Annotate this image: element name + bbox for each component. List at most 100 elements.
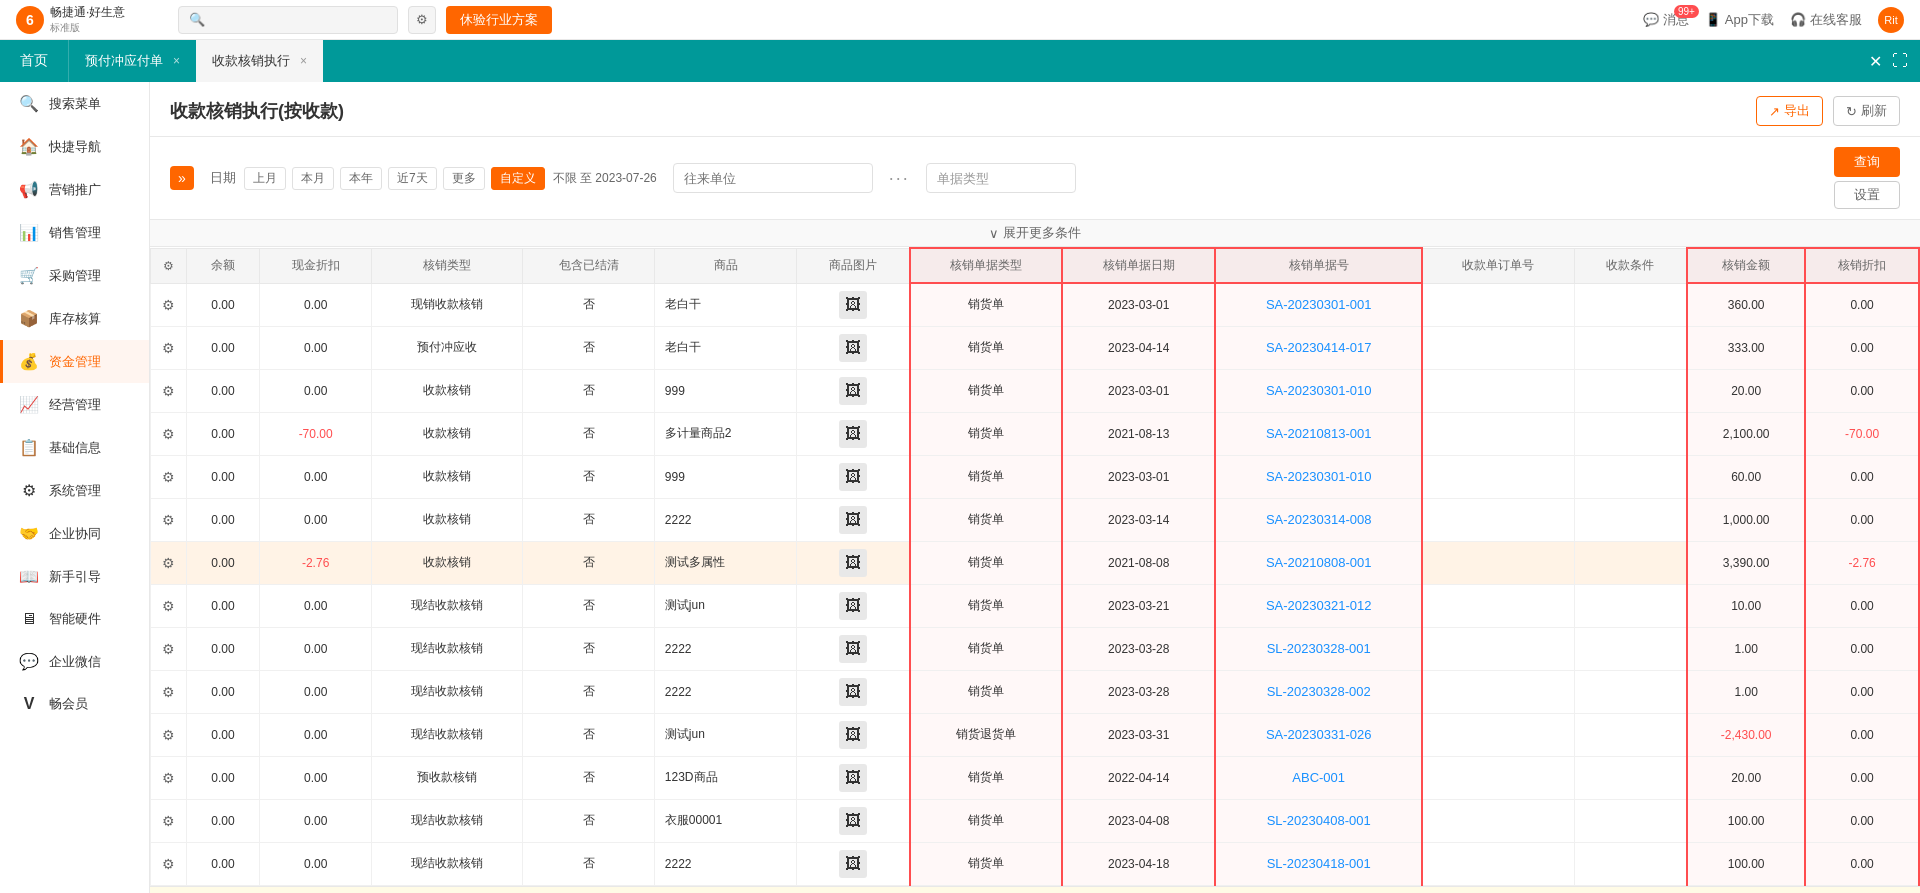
date-btn-last-month[interactable]: 上月 xyxy=(244,167,286,190)
cell-receipt-order-no xyxy=(1422,584,1574,627)
cell-cancel-no: SA-20230331-026 xyxy=(1215,713,1422,756)
cell-gear[interactable]: ⚙ xyxy=(151,670,187,713)
expand-bar[interactable]: ∨ 展开更多条件 xyxy=(150,220,1920,247)
sidebar-item-search[interactable]: 🔍 搜索菜单 xyxy=(0,82,149,125)
cancel-no-link[interactable]: SL-20230328-001 xyxy=(1267,641,1371,656)
cell-gear[interactable]: ⚙ xyxy=(151,369,187,412)
partner-input[interactable] xyxy=(673,163,873,193)
online-service-button[interactable]: 🎧 在线客服 xyxy=(1790,11,1862,29)
date-btn-more[interactable]: 更多 xyxy=(443,167,485,190)
maximize-icon[interactable]: ⛶ xyxy=(1892,52,1908,70)
cancel-no-link[interactable]: SA-20230414-017 xyxy=(1266,340,1372,355)
cell-gear[interactable]: ⚙ xyxy=(151,455,187,498)
cancel-no-link[interactable]: SA-20210813-001 xyxy=(1266,426,1372,441)
date-btn-this-year[interactable]: 本年 xyxy=(340,167,382,190)
cell-cancel-voucher-type: 销货退货单 xyxy=(910,713,1063,756)
sidebar-item-guide[interactable]: 📖 新手引导 xyxy=(0,555,149,598)
cell-goods: 2222 xyxy=(654,498,796,541)
cancel-no-link[interactable]: SA-20230301-001 xyxy=(1266,297,1372,312)
cell-gear[interactable]: ⚙ xyxy=(151,412,187,455)
cancel-no-link[interactable]: SA-20230331-026 xyxy=(1266,727,1372,742)
sidebar-item-system[interactable]: ⚙ 系统管理 xyxy=(0,469,149,512)
refresh-button[interactable]: ↻ 刷新 xyxy=(1833,96,1900,126)
cell-goods-img: 🖼 xyxy=(797,498,910,541)
cell-include-settled: 否 xyxy=(523,326,655,369)
cell-gear[interactable]: ⚙ xyxy=(151,713,187,756)
cell-goods-img: 🖼 xyxy=(797,799,910,842)
voucher-type-select[interactable]: 单据类型 xyxy=(926,163,1076,193)
sidebar-item-wechat[interactable]: 💬 企业微信 xyxy=(0,640,149,683)
inventory-icon: 📦 xyxy=(19,309,39,328)
cell-cancel-amount: 60.00 xyxy=(1687,455,1805,498)
cell-gear[interactable]: ⚙ xyxy=(151,283,187,326)
cell-gear[interactable]: ⚙ xyxy=(151,799,187,842)
tab-home[interactable]: 首页 xyxy=(0,40,69,82)
app-download-button[interactable]: 📱 App下载 xyxy=(1705,11,1774,29)
export-button[interactable]: ↗ 导出 xyxy=(1756,96,1823,126)
tab-prepay[interactable]: 预付冲应付单 × xyxy=(69,40,196,82)
tab-receipt-cancel-close[interactable]: × xyxy=(300,54,307,68)
cancel-no-link[interactable]: SA-20230301-010 xyxy=(1266,469,1372,484)
date-btn-this-month[interactable]: 本月 xyxy=(292,167,334,190)
sidebar-item-basics[interactable]: 📋 基础信息 xyxy=(0,426,149,469)
close-window-icon[interactable]: ✕ xyxy=(1869,52,1882,71)
table-container[interactable]: ⚙ 余额 现金折扣 核销类型 包含已结清 商品 商品图片 核销单据类型 核销单据… xyxy=(150,247,1920,893)
cell-cancel-date: 2022-04-14 xyxy=(1062,756,1215,799)
date-btn-custom[interactable]: 自定义 xyxy=(491,167,545,190)
cell-receipt-order-no xyxy=(1422,713,1574,756)
sidebar-item-vip[interactable]: V 畅会员 xyxy=(0,683,149,725)
sidebar-item-quicknav[interactable]: 🏠 快捷导航 xyxy=(0,125,149,168)
cell-receipt-condition xyxy=(1574,498,1687,541)
cell-gear[interactable]: ⚙ xyxy=(151,326,187,369)
avatar[interactable]: Rit xyxy=(1878,7,1904,33)
dots-button[interactable]: ··· xyxy=(889,168,910,189)
cancel-no-link[interactable]: SA-20210808-001 xyxy=(1266,555,1372,570)
table-row: ⚙ 0.00 -70.00 收款核销 否 多计量商品2 🖼 销货单 2021-0… xyxy=(151,412,1920,455)
search-input[interactable] xyxy=(211,12,371,27)
cancel-no-link[interactable]: SA-20230301-010 xyxy=(1266,383,1372,398)
cancel-no-link[interactable]: SL-20230418-001 xyxy=(1267,856,1371,871)
sidebar-item-inventory[interactable]: 📦 库存核算 xyxy=(0,297,149,340)
sidebar-item-finance[interactable]: 💰 资金管理 xyxy=(0,340,149,383)
cell-gear[interactable]: ⚙ xyxy=(151,756,187,799)
filter-toggle-button[interactable]: » xyxy=(170,166,194,190)
cell-goods: 测试jun xyxy=(654,713,796,756)
settings-button[interactable]: 设置 xyxy=(1834,181,1900,209)
date-btn-7days[interactable]: 近7天 xyxy=(388,167,437,190)
cell-cancel-amount: 2,100.00 xyxy=(1687,412,1805,455)
cell-yue: 0.00 xyxy=(187,713,260,756)
tab-prepay-close[interactable]: × xyxy=(173,54,180,68)
query-button[interactable]: 查询 xyxy=(1834,147,1900,177)
cell-gear[interactable]: ⚙ xyxy=(151,627,187,670)
sidebar-item-hardware[interactable]: 🖥 智能硬件 xyxy=(0,598,149,640)
cell-gear[interactable]: ⚙ xyxy=(151,842,187,885)
industry-button[interactable]: 休验行业方案 xyxy=(446,6,552,34)
cell-receipt-order-no xyxy=(1422,326,1574,369)
cell-goods-img: 🖼 xyxy=(797,412,910,455)
wechat-icon: 💬 xyxy=(19,652,39,671)
sidebar-item-sales[interactable]: 📊 销售管理 xyxy=(0,211,149,254)
sidebar-item-collab[interactable]: 🤝 企业协同 xyxy=(0,512,149,555)
cancel-no-link[interactable]: SA-20230321-012 xyxy=(1266,598,1372,613)
gear-button[interactable]: ⚙ xyxy=(408,6,436,34)
cell-goods: 衣服00001 xyxy=(654,799,796,842)
top-search-box[interactable]: 🔍 xyxy=(178,6,398,34)
message-button[interactable]: 💬 消息 99+ xyxy=(1643,11,1689,29)
sidebar-item-operations[interactable]: 📈 经营管理 xyxy=(0,383,149,426)
sidebar-item-purchase[interactable]: 🛒 采购管理 xyxy=(0,254,149,297)
sidebar-item-marketing[interactable]: 📢 营销推广 xyxy=(0,168,149,211)
cell-receipt-order-no xyxy=(1422,369,1574,412)
col-gear[interactable]: ⚙ xyxy=(151,248,187,283)
cell-gear[interactable]: ⚙ xyxy=(151,541,187,584)
tab-receipt-cancel[interactable]: 收款核销执行 × xyxy=(196,40,323,82)
cancel-no-link[interactable]: SA-20230314-008 xyxy=(1266,512,1372,527)
cell-gear[interactable]: ⚙ xyxy=(151,498,187,541)
refresh-label: 刷新 xyxy=(1861,102,1887,120)
cell-yue: 0.00 xyxy=(187,756,260,799)
cancel-no-link[interactable]: SL-20230328-002 xyxy=(1267,684,1371,699)
cancel-no-link[interactable]: ABC-001 xyxy=(1292,770,1345,785)
cell-cancel-voucher-type: 销货单 xyxy=(910,326,1063,369)
cancel-no-link[interactable]: SL-20230408-001 xyxy=(1267,813,1371,828)
cell-gear[interactable]: ⚙ xyxy=(151,584,187,627)
cell-goods: 老白干 xyxy=(654,326,796,369)
